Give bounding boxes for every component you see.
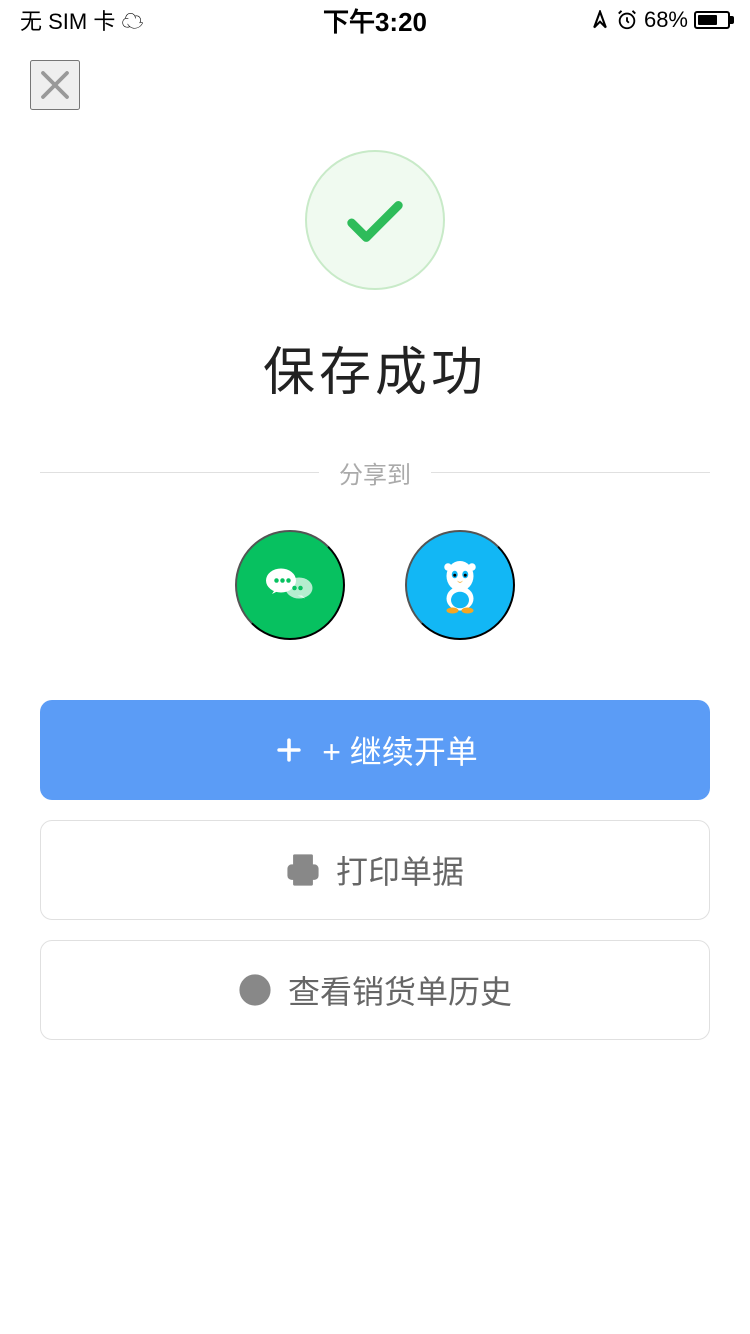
share-label: 分享到: [339, 455, 411, 490]
location-icon: [590, 10, 610, 30]
success-icon-circle: [305, 150, 445, 290]
share-icons-row: [40, 530, 710, 640]
print-button[interactable]: 打印单据: [40, 820, 710, 920]
qq-icon: [430, 555, 490, 615]
main-content: 保存成功 分享到: [0, 110, 750, 1334]
battery-percent: 68%: [644, 7, 688, 33]
success-title: 保存成功: [263, 330, 487, 405]
share-line-right: [431, 472, 710, 473]
close-button[interactable]: [30, 60, 80, 110]
continue-label: + 继续开单: [322, 727, 478, 773]
status-left: 无 SIM 卡 ☁: [20, 4, 143, 36]
battery-icon: [694, 11, 730, 29]
share-divider-row: 分享到: [40, 455, 710, 490]
actions-section: + 继续开单 打印单据 查看销货单历史: [40, 700, 710, 1040]
history-label: 查看销货单历史: [288, 967, 512, 1013]
history-icon: [238, 973, 272, 1007]
print-label: 打印单据: [336, 847, 464, 893]
plus-icon: [272, 733, 306, 767]
wechat-share-button[interactable]: [235, 530, 345, 640]
close-area: [0, 40, 750, 110]
history-button[interactable]: 查看销货单历史: [40, 940, 710, 1040]
share-section: 分享到: [40, 455, 710, 640]
alarm-icon: [616, 9, 638, 31]
checkmark-icon: [340, 185, 410, 255]
continue-button[interactable]: + 继续开单: [40, 700, 710, 800]
wechat-icon: [260, 555, 320, 615]
print-icon: [286, 853, 320, 887]
status-bar: 无 SIM 卡 ☁ 下午3:20 68%: [0, 0, 750, 40]
share-line-left: [40, 472, 319, 473]
qq-share-button[interactable]: [405, 530, 515, 640]
status-time: 下午3:20: [323, 2, 427, 39]
signal-text: 无 SIM 卡 ☁: [20, 4, 143, 36]
status-right: 68%: [590, 7, 730, 33]
